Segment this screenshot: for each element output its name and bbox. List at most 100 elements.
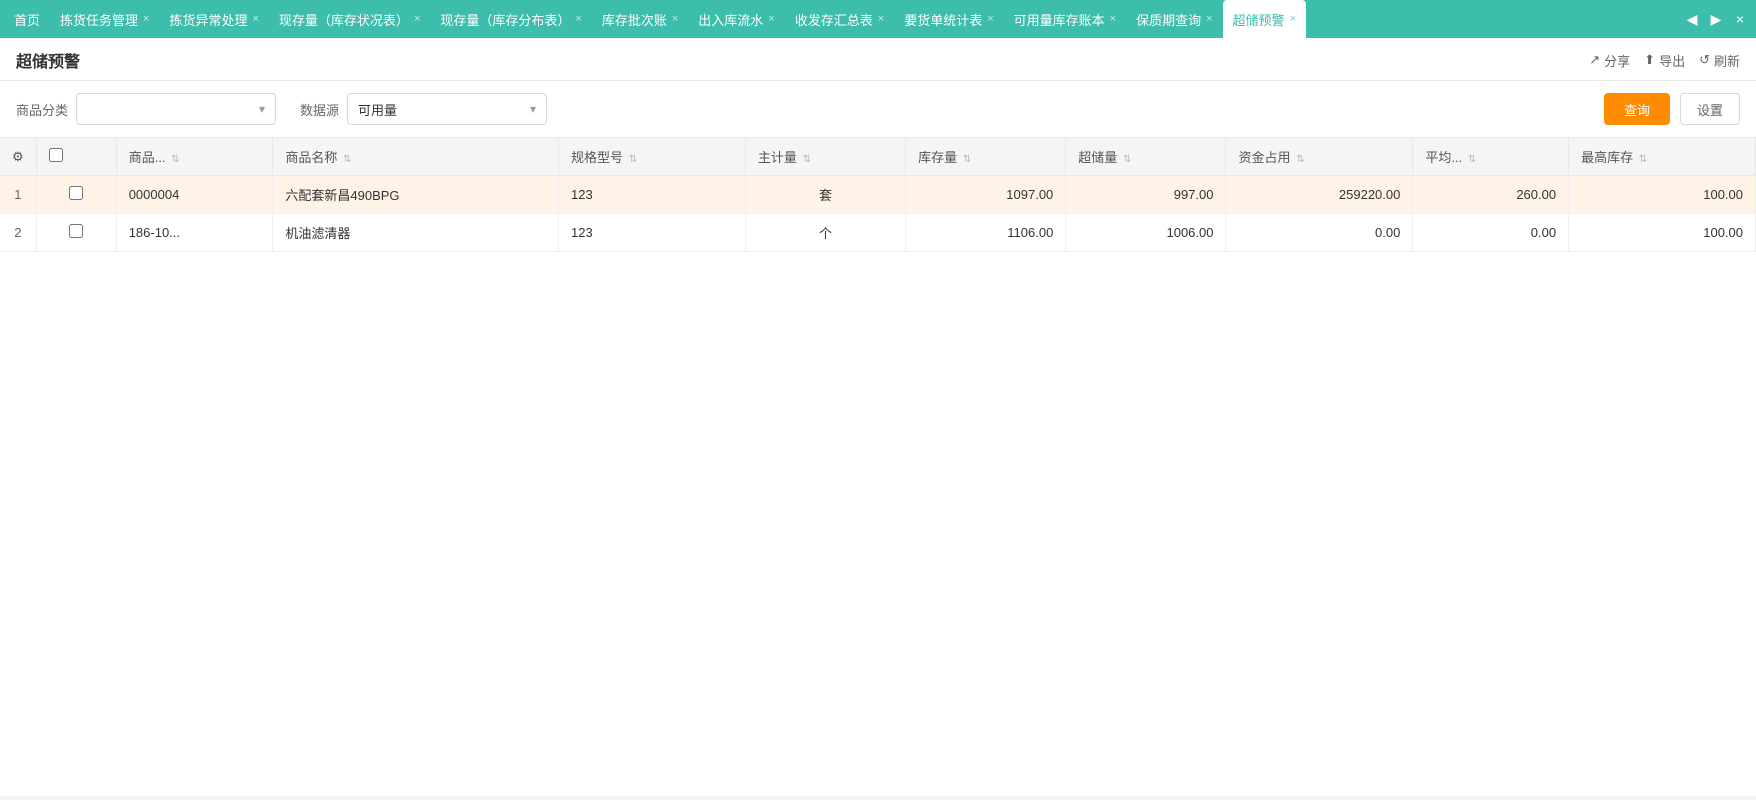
refresh-action[interactable]: ↺ 刷新	[1699, 51, 1740, 70]
data-table: ⚙ 商品... ⇅ 商品名称 ⇅ 规格型号 ⇅ 主计量	[0, 138, 1756, 252]
nav-close-icon[interactable]: ×	[1290, 13, 1296, 25]
column-spec[interactable]: 规格型号 ⇅	[559, 138, 746, 176]
row-num: 2	[0, 214, 36, 252]
sort-stock-icon: ⇅	[963, 154, 971, 165]
share-action[interactable]: ↗ 分享	[1589, 51, 1630, 70]
column-settings[interactable]: ⚙	[0, 138, 36, 176]
row-code: 186-10...	[116, 214, 273, 252]
select-all-checkbox[interactable]	[49, 148, 63, 162]
nav-item-[interactable]: 收发存汇总表×	[785, 0, 894, 38]
datasource-select[interactable]: 可用量 ▾	[347, 93, 547, 125]
sort-name-icon: ⇅	[343, 154, 351, 165]
column-stock[interactable]: 库存量 ⇅	[906, 138, 1066, 176]
column-select-all[interactable]	[36, 138, 116, 176]
nav-next-arrow[interactable]: ▶	[1704, 0, 1728, 38]
nav-close-icon[interactable]: ×	[768, 13, 774, 25]
share-icon: ↗	[1589, 52, 1600, 68]
nav-close-icon[interactable]: ×	[1110, 13, 1116, 25]
nav-item-[interactable]: 现存量（库存分布表）×	[430, 0, 591, 38]
category-filter-group: 商品分类 ▾	[16, 93, 276, 125]
nav-item-[interactable]: 首页	[4, 0, 50, 38]
row-spec: 123	[559, 176, 746, 214]
sort-code-icon: ⇅	[171, 154, 179, 165]
nav-item-[interactable]: 库存批次账×	[592, 0, 688, 38]
nav-close-icon[interactable]: ×	[672, 13, 678, 25]
datasource-label: 数据源	[300, 100, 339, 119]
sort-overflow-icon: ⇅	[1123, 154, 1131, 165]
datasource-select-value: 可用量	[358, 100, 397, 119]
nav-close-icon[interactable]: ×	[1206, 13, 1212, 25]
filter-area: 商品分类 ▾ 数据源 可用量 ▾ 查询 设置	[0, 81, 1756, 138]
sort-capital-icon: ⇅	[1296, 154, 1304, 165]
row-overflow: 1006.00	[1066, 214, 1226, 252]
column-overflow[interactable]: 超储量 ⇅	[1066, 138, 1226, 176]
column-overflow-label: 超储量	[1078, 150, 1117, 165]
nav-close-icon[interactable]: ×	[575, 13, 581, 25]
settings-button[interactable]: 设置	[1680, 93, 1740, 125]
nav-prev-arrow[interactable]: ◀	[1680, 0, 1704, 38]
nav-item-[interactable]: 拣货异常处理×	[159, 0, 268, 38]
nav-item-[interactable]: 超储预警×	[1223, 0, 1306, 38]
column-unit[interactable]: 主计量 ⇅	[745, 138, 905, 176]
export-action[interactable]: ⬆ 导出	[1644, 51, 1685, 70]
table-row: 2 186-10... 机油滤清器 123 个 1106.00 1006.00 …	[0, 214, 1756, 252]
gear-icon: ⚙	[12, 149, 24, 164]
column-avg-label: 平均...	[1425, 150, 1462, 165]
row-name: 六配套新昌490BPG	[273, 176, 559, 214]
page-header: 超储预警 ↗ 分享 ⬆ 导出 ↺ 刷新	[0, 38, 1756, 81]
row-avg: 260.00	[1413, 176, 1569, 214]
page-title: 超储预警	[16, 48, 80, 72]
column-stock-label: 库存量	[918, 150, 957, 165]
row-checkbox[interactable]	[69, 186, 83, 200]
refresh-icon: ↺	[1699, 52, 1710, 68]
datasource-filter-group: 数据源 可用量 ▾	[300, 93, 547, 125]
column-maxstock-label: 最高库存	[1581, 150, 1633, 165]
nav-close-icon[interactable]: ×	[878, 13, 884, 25]
query-button[interactable]: 查询	[1604, 93, 1670, 125]
nav-item-[interactable]: 出入库流水×	[688, 0, 784, 38]
nav-close-icon[interactable]: ×	[252, 13, 258, 25]
datasource-arrow-icon: ▾	[530, 102, 536, 116]
column-code[interactable]: 商品... ⇅	[116, 138, 273, 176]
row-checkbox[interactable]	[69, 224, 83, 238]
nav-close-icon[interactable]: ×	[143, 13, 149, 25]
sort-unit-icon: ⇅	[803, 154, 811, 165]
row-code: 0000004	[116, 176, 273, 214]
row-unit: 套	[745, 176, 905, 214]
top-navigation: 首页拣货任务管理×拣货异常处理×现存量（库存状况表）×现存量（库存分布表）×库存…	[0, 0, 1756, 38]
nav-item-[interactable]: 拣货任务管理×	[50, 0, 159, 38]
table-area: ⚙ 商品... ⇅ 商品名称 ⇅ 规格型号 ⇅ 主计量	[0, 138, 1756, 796]
row-num: 1	[0, 176, 36, 214]
nav-item-[interactable]: 要货单统计表×	[894, 0, 1003, 38]
sort-avg-icon: ⇅	[1468, 154, 1476, 165]
row-capital: 259220.00	[1226, 176, 1413, 214]
header-actions: ↗ 分享 ⬆ 导出 ↺ 刷新	[1589, 51, 1740, 70]
row-unit: 个	[745, 214, 905, 252]
nav-item-[interactable]: 现存量（库存状况表）×	[269, 0, 430, 38]
column-name[interactable]: 商品名称 ⇅	[273, 138, 559, 176]
column-maxstock[interactable]: 最高库存 ⇅	[1569, 138, 1756, 176]
nav-close-arrow[interactable]: ×	[1728, 0, 1752, 38]
column-unit-label: 主计量	[758, 150, 797, 165]
row-avg: 0.00	[1413, 214, 1569, 252]
row-checkbox-cell[interactable]	[36, 176, 116, 214]
row-checkbox-cell[interactable]	[36, 214, 116, 252]
filter-buttons: 查询 设置	[1604, 93, 1740, 125]
column-avg[interactable]: 平均... ⇅	[1413, 138, 1569, 176]
table-header-row: ⚙ 商品... ⇅ 商品名称 ⇅ 规格型号 ⇅ 主计量	[0, 138, 1756, 176]
row-name: 机油滤清器	[273, 214, 559, 252]
column-capital-label: 资金占用	[1238, 150, 1290, 165]
column-capital[interactable]: 资金占用 ⇅	[1226, 138, 1413, 176]
row-stock: 1097.00	[906, 176, 1066, 214]
category-select[interactable]: ▾	[76, 93, 276, 125]
nav-item-[interactable]: 保质期查询×	[1126, 0, 1222, 38]
category-label: 商品分类	[16, 100, 68, 119]
nav-close-icon[interactable]: ×	[414, 13, 420, 25]
column-name-label: 商品名称	[285, 150, 337, 165]
sort-spec-icon: ⇅	[629, 154, 637, 165]
nav-close-icon[interactable]: ×	[987, 13, 993, 25]
nav-item-[interactable]: 可用量库存账本×	[1004, 0, 1126, 38]
row-overflow: 997.00	[1066, 176, 1226, 214]
row-maxstock: 100.00	[1569, 176, 1756, 214]
column-spec-label: 规格型号	[571, 150, 623, 165]
